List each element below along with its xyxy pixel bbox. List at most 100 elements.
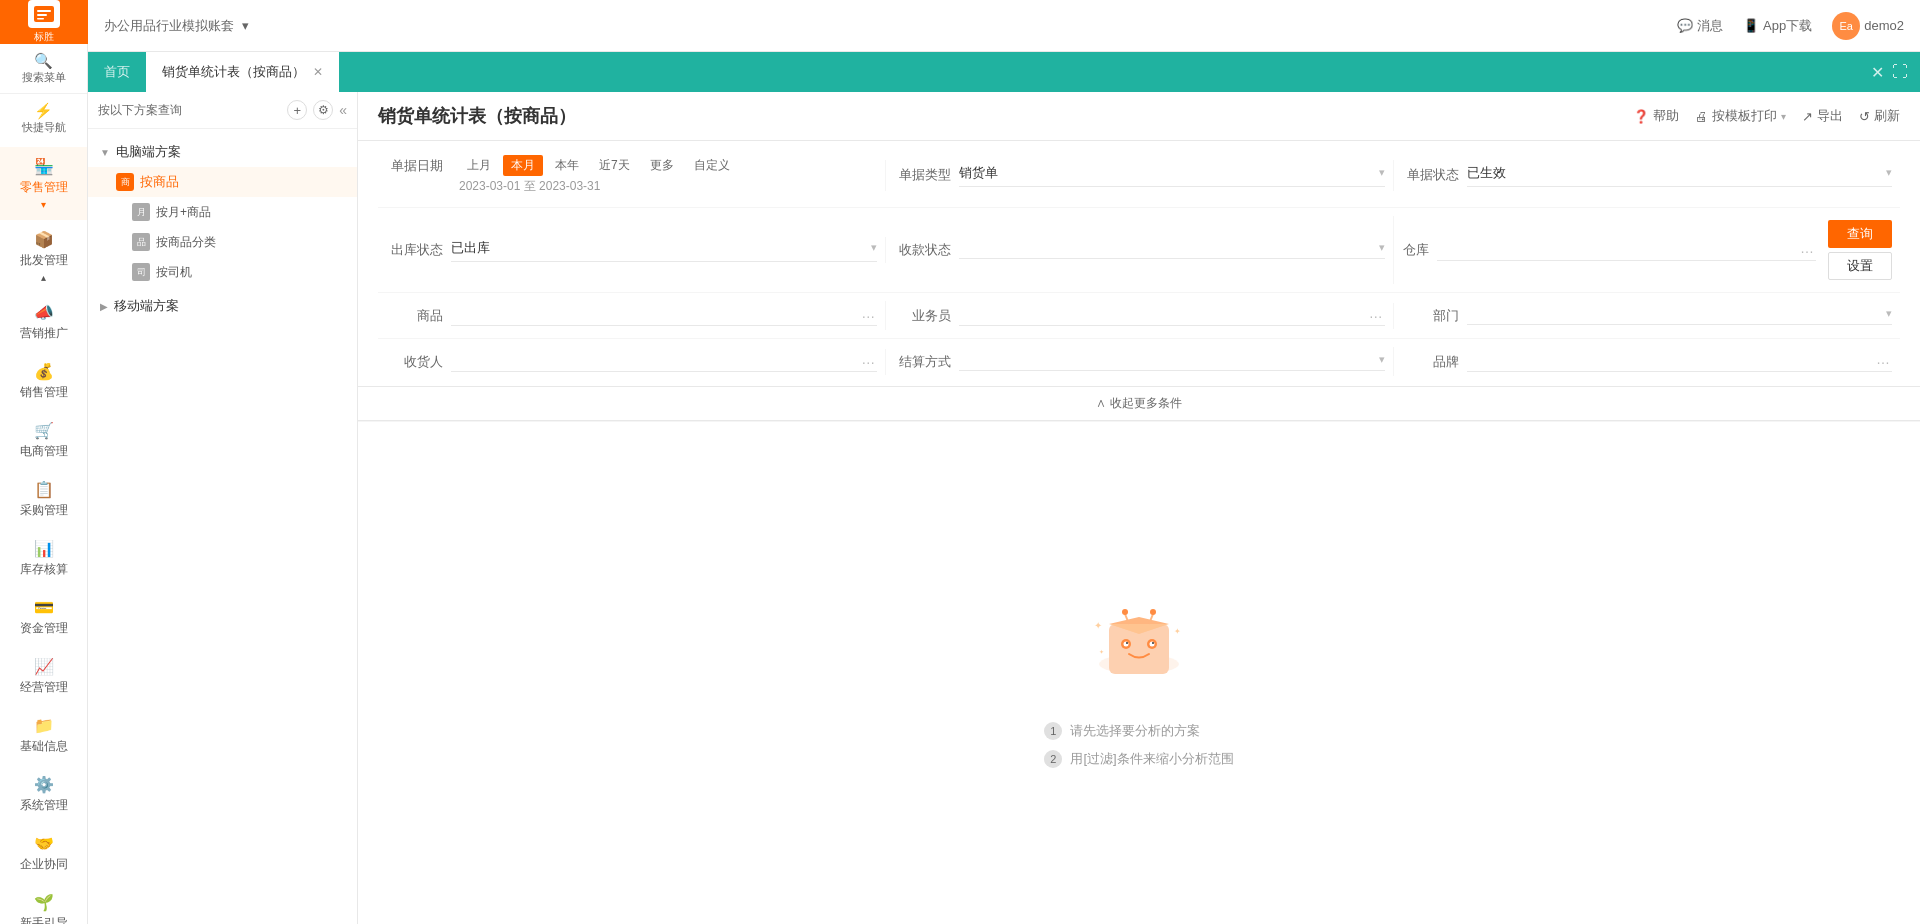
settings-scheme-btn[interactable]: ⚙	[313, 100, 333, 120]
sidebar-label-system: 系统管理	[20, 797, 68, 814]
warehouse-input[interactable]: …	[1437, 240, 1816, 261]
topbar-right: 💬 消息 📱 App下载 Ea demo2	[1677, 12, 1904, 40]
sidebar-label-enterprise: 企业协同	[20, 856, 68, 873]
sidebar-item-inventory[interactable]: 📊 库存核算	[0, 529, 87, 588]
doc-status-label: 单据状态	[1402, 166, 1467, 184]
system-icon: ⚙️	[34, 775, 54, 794]
export-btn[interactable]: ↗ 导出	[1802, 107, 1843, 125]
doc-status-dropdown[interactable]: ▾	[1886, 166, 1892, 179]
date-btn-this-year[interactable]: 本年	[547, 155, 587, 176]
enterprise-icon: 🤝	[34, 834, 54, 853]
doc-status-input[interactable]: 已生效 ▾	[1467, 164, 1892, 187]
print-dropdown-icon[interactable]: ▾	[1781, 111, 1786, 122]
sidebar-item-ecommerce[interactable]: 🛒 电商管理	[0, 411, 87, 470]
left-scheme-panel: 按以下方案查询 + ⚙ « ▼ 电脑端方案 商 按商品	[88, 92, 358, 924]
brand-label: 品牌	[1402, 353, 1467, 371]
tab-expand-btn[interactable]: ⛶	[1892, 63, 1908, 81]
tab-close-icon[interactable]: ✕	[313, 65, 323, 79]
collapse-scheme-btn[interactable]: «	[339, 102, 347, 118]
settings-button[interactable]: 设置	[1828, 252, 1892, 280]
sidebar-item-newbie[interactable]: 🌱 新手引导	[0, 883, 87, 924]
svg-rect-3	[37, 18, 44, 20]
sidebar-item-enterprise[interactable]: 🤝 企业协同	[0, 824, 87, 883]
brand-dots[interactable]: …	[1876, 351, 1892, 367]
sub-item-month-goods-icon: 月	[132, 203, 150, 221]
user-profile[interactable]: Ea demo2	[1832, 12, 1904, 40]
query-button[interactable]: 查询	[1828, 220, 1892, 248]
out-status-label: 出库状态	[386, 241, 451, 259]
sidebar-item-basics[interactable]: 📁 基础信息	[0, 706, 87, 765]
sidebar-label-marketing: 营销推广	[20, 325, 68, 342]
brand-input[interactable]: …	[1467, 351, 1892, 372]
settle-input[interactable]: ▾	[959, 353, 1384, 371]
retail-icon: 🏪	[34, 157, 54, 176]
sidebar-item-wholesale[interactable]: 📦 批发管理 ▴	[0, 220, 87, 293]
date-btn-custom[interactable]: 自定义	[686, 155, 738, 176]
message-btn[interactable]: 💬 消息	[1677, 17, 1723, 35]
logo-text: 标胜	[34, 30, 54, 44]
date-btn-prev-month[interactable]: 上月	[459, 155, 499, 176]
marketing-icon: 📣	[34, 303, 54, 322]
out-status-dropdown[interactable]: ▾	[871, 241, 877, 254]
topbar-dropdown-arrow[interactable]: ▾	[242, 18, 249, 33]
sidebar-quick-nav[interactable]: ⚡ 快捷导航	[0, 94, 87, 143]
empty-hint-2: 2 用[过滤]条件来缩小分析范围	[1044, 750, 1233, 768]
sidebar-item-marketing[interactable]: 📣 营销推广	[0, 293, 87, 352]
inventory-icon: 📊	[34, 539, 54, 558]
print-btn[interactable]: 🖨 按模板打印 ▾	[1695, 107, 1786, 125]
doc-type-dropdown[interactable]: ▾	[1379, 166, 1385, 179]
doc-type-value: 销货单	[959, 164, 998, 182]
help-btn[interactable]: ❓ 帮助	[1633, 107, 1679, 125]
ecommerce-icon: 🛒	[34, 421, 54, 440]
receipt-status-dropdown[interactable]: ▾	[1379, 241, 1385, 254]
salesman-input[interactable]: …	[959, 305, 1384, 326]
mobile-scheme-category[interactable]: ▶ 移动端方案	[88, 291, 357, 321]
department-input[interactable]: ▾	[1467, 307, 1892, 325]
sidebar-item-purchase[interactable]: 📋 采购管理	[0, 470, 87, 529]
out-status-input[interactable]: 已出库 ▾	[451, 239, 877, 262]
desktop-scheme-category[interactable]: ▼ 电脑端方案	[88, 137, 357, 167]
doc-type-input[interactable]: 销货单 ▾	[959, 164, 1384, 187]
sidebar-item-retail[interactable]: 🏪 零售管理 ▾	[0, 147, 87, 220]
receiver-dots[interactable]: …	[861, 351, 877, 367]
sidebar-item-system[interactable]: ⚙️ 系统管理	[0, 765, 87, 824]
goods-dots[interactable]: …	[861, 305, 877, 321]
sidebar-label-wholesale: 批发管理	[20, 252, 68, 269]
warehouse-dots[interactable]: …	[1800, 240, 1816, 256]
goods-input[interactable]: …	[451, 305, 877, 326]
date-btn-7days[interactable]: 近7天	[591, 155, 638, 176]
receipt-status-input[interactable]: ▾	[959, 241, 1384, 259]
svg-rect-2	[37, 14, 47, 16]
tab-close-btn[interactable]: ✕	[1871, 63, 1884, 82]
svg-text:✦: ✦	[1099, 649, 1104, 655]
department-dropdown[interactable]: ▾	[1886, 307, 1892, 320]
topbar-left: 办公用品行业模拟账套 ▾	[104, 17, 249, 35]
empty-illustration: ✦ ✦ ✦	[1079, 579, 1199, 702]
date-btn-more[interactable]: 更多	[642, 155, 682, 176]
salesman-dots[interactable]: …	[1369, 305, 1385, 321]
receipt-status-label: 收款状态	[894, 241, 959, 259]
tab-home[interactable]: 首页	[88, 52, 146, 92]
add-scheme-btn[interactable]: +	[287, 100, 307, 120]
svg-text:✦: ✦	[1174, 627, 1181, 636]
sidebar-item-finance[interactable]: 💳 资金管理	[0, 588, 87, 647]
receiver-input[interactable]: …	[451, 351, 877, 372]
date-btn-this-month[interactable]: 本月	[503, 155, 543, 176]
sub-item-month-goods-label: 按月+商品	[156, 204, 211, 221]
sidebar-item-sales[interactable]: 💰 销售管理	[0, 352, 87, 411]
scheme-item-by-goods[interactable]: 商 按商品	[88, 167, 357, 197]
collapse-more-btn[interactable]: ∧ 收起更多条件	[1096, 395, 1181, 412]
sidebar-search[interactable]: 🔍 搜索菜单	[0, 44, 87, 94]
scheme-sub-item-month-goods[interactable]: 月 按月+商品	[88, 197, 357, 227]
tab-active[interactable]: 销货单统计表（按商品） ✕	[146, 52, 339, 92]
sidebar-item-operations[interactable]: 📈 经营管理	[0, 647, 87, 706]
page-title: 销货单统计表（按商品）	[378, 104, 576, 140]
sidebar-label-newbie: 新手引导	[20, 915, 68, 924]
app-download-btn[interactable]: 📱 App下载	[1743, 17, 1812, 35]
scheme-sub-item-category[interactable]: 品 按商品分类	[88, 227, 357, 257]
sidebar-logo[interactable]: 标胜	[0, 0, 88, 44]
scheme-sub-item-driver[interactable]: 司 按司机	[88, 257, 357, 287]
tab-expand-controls: ✕ ⛶	[1871, 63, 1920, 82]
refresh-btn[interactable]: ↺ 刷新	[1859, 107, 1900, 125]
settle-dropdown[interactable]: ▾	[1379, 353, 1385, 366]
